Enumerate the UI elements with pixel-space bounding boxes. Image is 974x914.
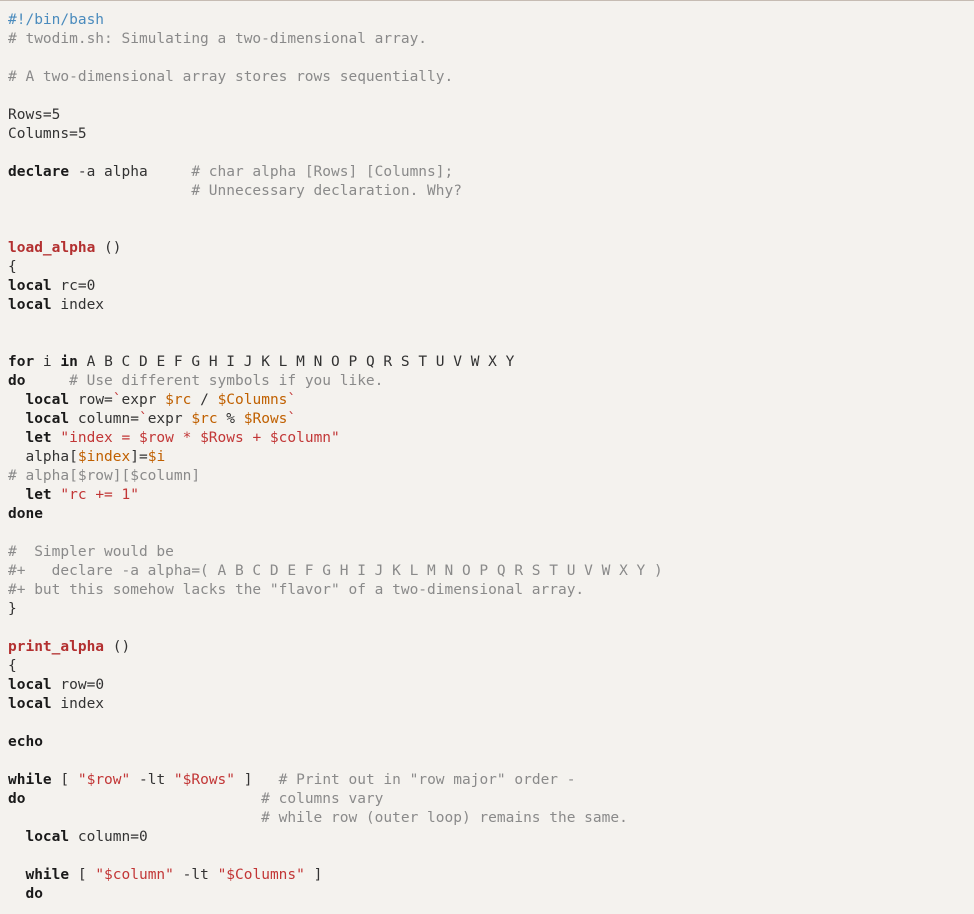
text: ]=	[130, 449, 147, 465]
text: rc=	[52, 278, 87, 294]
text: index	[52, 696, 104, 712]
variable: $i	[148, 449, 165, 465]
brace: {	[8, 259, 17, 275]
pad	[8, 487, 25, 503]
keyword-do: do	[8, 373, 25, 389]
text: index	[52, 297, 104, 313]
backtick: `	[287, 411, 296, 427]
assign: Rows=	[8, 107, 52, 123]
comment: #+ but this somehow lacks the "flavor" o…	[8, 582, 584, 598]
text: [	[69, 867, 95, 883]
comment: # alpha[$row][$column]	[8, 468, 200, 484]
text: row=	[69, 392, 113, 408]
backtick: `	[287, 392, 296, 408]
brace: }	[8, 601, 17, 617]
comment: # A two-dimensional array stores rows se…	[8, 69, 453, 85]
pad	[8, 829, 25, 845]
brace: {	[8, 658, 17, 674]
variable: $Rows	[244, 411, 288, 427]
text: A B C D E F G H I J K L M N O P Q R S T …	[78, 354, 515, 370]
number: 0	[95, 677, 104, 693]
string: "$Rows"	[174, 772, 235, 788]
text: i	[34, 354, 60, 370]
number: 0	[139, 829, 148, 845]
function-name: print_alpha	[8, 639, 104, 655]
comment: # while row (outer loop) remains the sam…	[261, 810, 628, 826]
keyword-declare: declare	[8, 164, 69, 180]
pad	[8, 867, 25, 883]
comment: # Simpler would be	[8, 544, 174, 560]
text: -lt	[130, 772, 174, 788]
text: expr	[148, 411, 192, 427]
text: expr	[122, 392, 166, 408]
pad	[8, 810, 261, 826]
variable: $rc	[165, 392, 191, 408]
text: ()	[104, 639, 130, 655]
keyword-do: do	[8, 791, 25, 807]
string: "index = $row * $Rows + $column"	[60, 430, 339, 446]
keyword-while: while	[8, 772, 52, 788]
comment: # twodim.sh: Simulating a two-dimensiona…	[8, 31, 427, 47]
keyword-echo: echo	[8, 734, 43, 750]
keyword-local: local	[8, 696, 52, 712]
comment: # Print out in "row major" order -	[279, 772, 576, 788]
text: row=	[52, 677, 96, 693]
comment: # char alpha [Rows] [Columns];	[191, 164, 453, 180]
keyword-do: do	[25, 886, 42, 902]
text: ()	[95, 240, 121, 256]
text: ]	[235, 772, 279, 788]
keyword-local: local	[8, 278, 52, 294]
text: -a alpha	[69, 164, 191, 180]
variable: $rc	[191, 411, 217, 427]
comment: # columns vary	[261, 791, 383, 807]
pad	[8, 411, 25, 427]
keyword-local: local	[25, 392, 69, 408]
text: /	[191, 392, 217, 408]
assign: Columns=	[8, 126, 78, 142]
keyword-local: local	[25, 829, 69, 845]
text: -lt	[174, 867, 218, 883]
pad	[8, 886, 25, 902]
backtick: `	[113, 392, 122, 408]
pad	[8, 430, 25, 446]
string: "$row"	[78, 772, 130, 788]
number: 5	[52, 107, 61, 123]
shebang-path: /bin/bash	[25, 12, 104, 28]
text: column=	[69, 411, 139, 427]
comment: # Use different symbols if you like.	[69, 373, 383, 389]
number: 5	[78, 126, 87, 142]
number: 0	[87, 278, 96, 294]
keyword-for: for	[8, 354, 34, 370]
keyword-local: local	[8, 297, 52, 313]
variable: $index	[78, 449, 130, 465]
keyword-in: in	[60, 354, 77, 370]
text: ]	[305, 867, 322, 883]
text: column=	[69, 829, 139, 845]
code-block: #!/bin/bash # twodim.sh: Simulating a tw…	[8, 11, 966, 904]
pad	[25, 373, 69, 389]
keyword-while: while	[25, 867, 69, 883]
function-name: load_alpha	[8, 240, 95, 256]
backtick: `	[139, 411, 148, 427]
variable: $Columns	[218, 392, 288, 408]
keyword-local: local	[8, 677, 52, 693]
shebang-mark: #!	[8, 12, 25, 28]
keyword-local: local	[25, 411, 69, 427]
text: alpha[	[25, 449, 77, 465]
pad	[8, 449, 25, 465]
string: "rc += 1"	[60, 487, 139, 503]
keyword-done: done	[8, 506, 43, 522]
text: [	[52, 772, 78, 788]
comment: # Unnecessary declaration. Why?	[191, 183, 462, 199]
pad	[8, 392, 25, 408]
string: "$Columns"	[218, 867, 305, 883]
keyword-let: let	[25, 430, 51, 446]
text: %	[218, 411, 244, 427]
keyword-let: let	[25, 487, 51, 503]
pad	[8, 183, 191, 199]
string: "$column"	[95, 867, 174, 883]
pad	[25, 791, 261, 807]
comment: #+ declare -a alpha=( A B C D E F G H I …	[8, 563, 663, 579]
